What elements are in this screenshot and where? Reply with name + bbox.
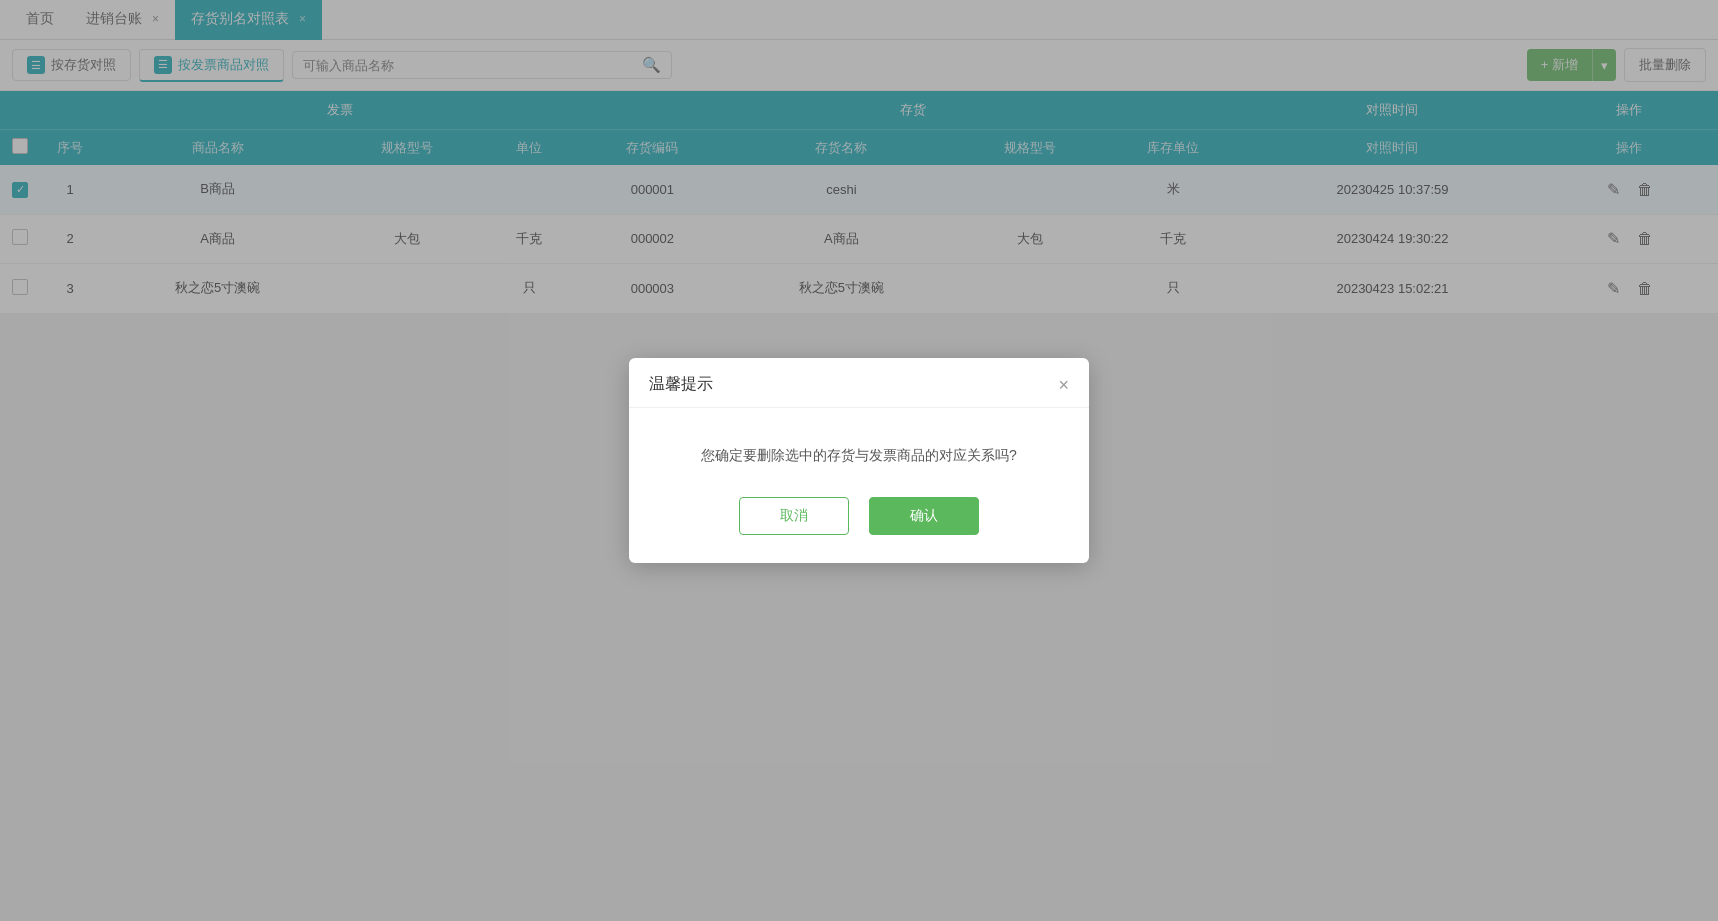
dialog-close-icon[interactable]: × <box>1058 376 1069 394</box>
dialog-overlay: 温馨提示 × 您确定要删除选中的存货与发票商品的对应关系吗? 取消 确认 <box>0 0 1718 921</box>
btn-confirm[interactable]: 确认 <box>869 497 979 535</box>
dialog-body: 您确定要删除选中的存货与发票商品的对应关系吗? <box>629 408 1089 486</box>
confirm-dialog: 温馨提示 × 您确定要删除选中的存货与发票商品的对应关系吗? 取消 确认 <box>629 358 1089 562</box>
dialog-title: 温馨提示 <box>649 374 713 395</box>
dialog-footer: 取消 确认 <box>629 487 1089 563</box>
dialog-message: 您确定要删除选中的存货与发票商品的对应关系吗? <box>701 447 1017 463</box>
dialog-header: 温馨提示 × <box>629 358 1089 408</box>
btn-cancel[interactable]: 取消 <box>739 497 849 535</box>
